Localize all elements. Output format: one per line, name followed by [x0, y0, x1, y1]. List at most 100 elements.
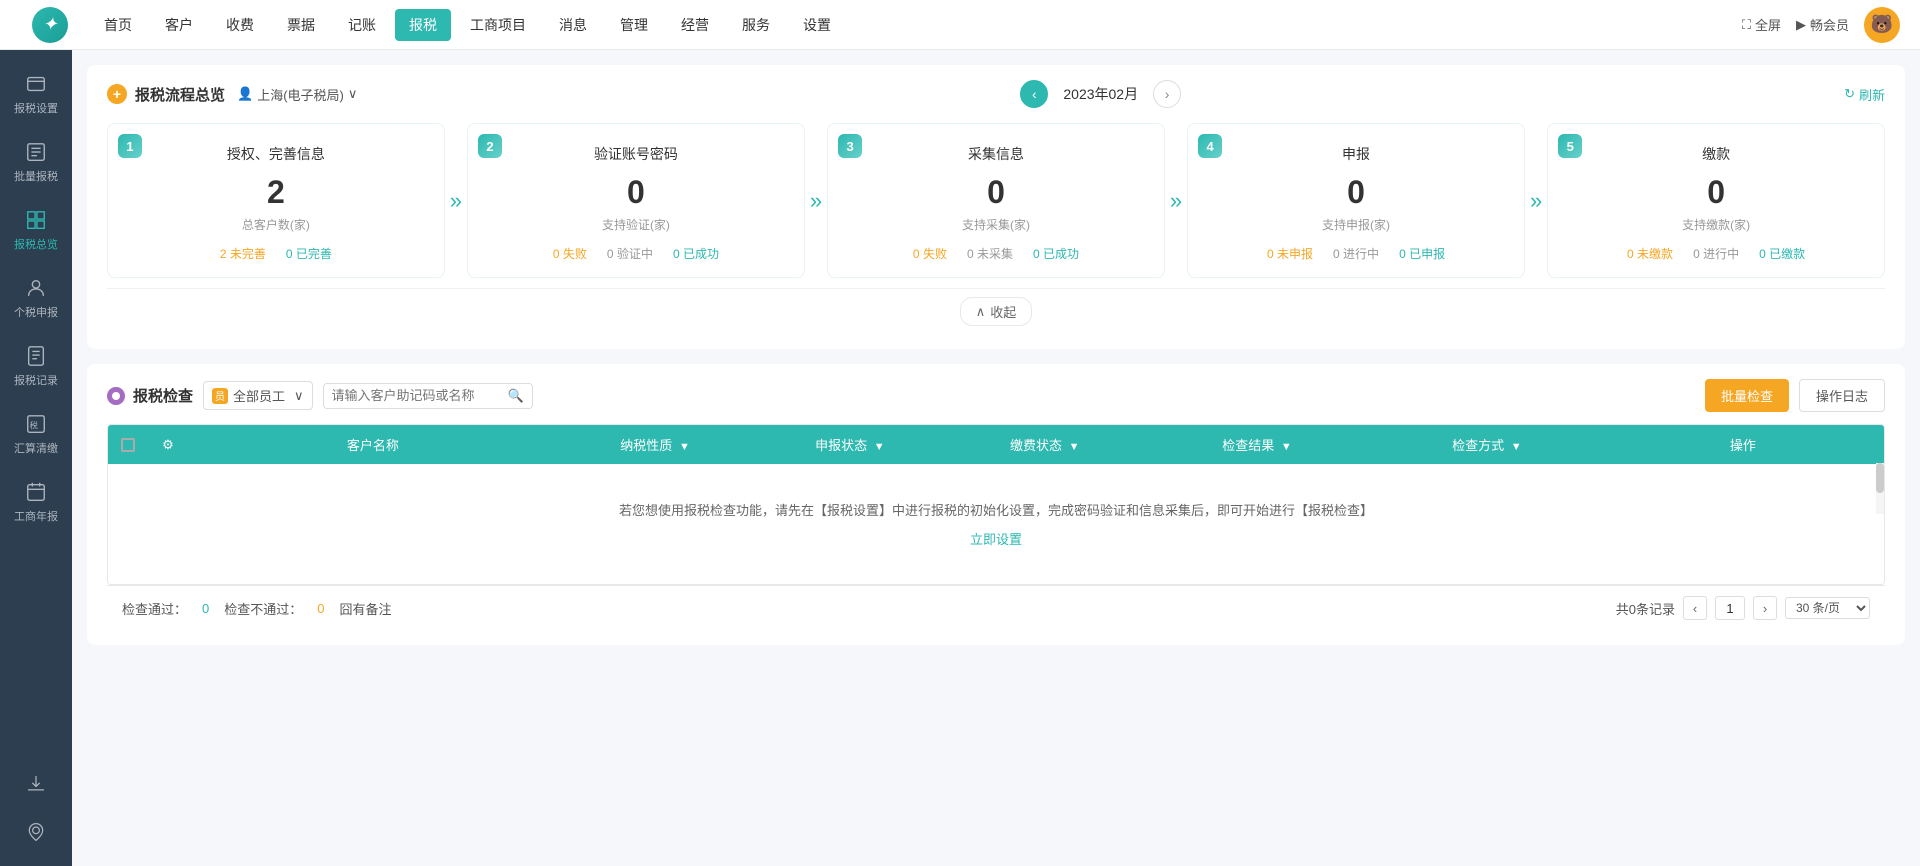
- sidebar-item-personal-tax[interactable]: 个税申报: [0, 264, 72, 332]
- footer-stats: 检查通过： 0 检查不通过： 0 囧有备注: [122, 599, 392, 618]
- filter-icon: ▼: [1281, 441, 1292, 453]
- per-page-select[interactable]: 30 条/页 50 条/页 100 条/页: [1785, 597, 1870, 619]
- next-page-btn[interactable]: ›: [1753, 596, 1777, 620]
- step-4-stat-failed[interactable]: 0 未申报: [1267, 245, 1313, 262]
- th-declare-status[interactable]: 申报状态 ▼: [752, 425, 947, 464]
- step-3-stat-failed[interactable]: 0 失败: [913, 245, 947, 262]
- th-check-method[interactable]: 检查方式 ▼: [1372, 425, 1602, 464]
- step-4-stat-success[interactable]: 0 已申报: [1399, 245, 1445, 262]
- step-1-title: 授权、完善信息: [123, 144, 429, 164]
- search-input[interactable]: [332, 388, 508, 403]
- step-3-stats: 0 失败 0 未采集 0 已成功: [843, 245, 1149, 262]
- nav-message[interactable]: 消息: [545, 9, 601, 41]
- sidebar-item-annual-settlement[interactable]: 税 汇算清缴: [0, 400, 72, 468]
- nav-fee[interactable]: 收费: [212, 9, 268, 41]
- fullscreen-btn[interactable]: ⛶ 全屏: [1742, 15, 1781, 34]
- sidebar-item-batch-tax[interactable]: 批量报税: [0, 128, 72, 196]
- filter-icon: ▼: [874, 441, 885, 453]
- step-2-stat-processing[interactable]: 0 验证中: [607, 245, 653, 262]
- arrow-2-3: »: [805, 123, 827, 278]
- nav-operation[interactable]: 经营: [667, 9, 723, 41]
- step-4-stat-processing[interactable]: 0 进行中: [1333, 245, 1379, 262]
- staff-filter-dropdown[interactable]: 员 全部员工 ∨: [203, 381, 313, 410]
- refresh-btn[interactable]: ↻ 刷新: [1844, 85, 1885, 104]
- step-2-stat-success[interactable]: 0 已成功: [673, 245, 719, 262]
- process-overview-card: + 报税流程总览 👤 上海(电子税局) ∨ ‹ 2023年02月 › ↻: [87, 65, 1905, 349]
- passed-value[interactable]: 0: [202, 601, 209, 616]
- nav-customer[interactable]: 客户: [151, 9, 207, 41]
- th-checkbox[interactable]: [108, 425, 148, 464]
- setup-link[interactable]: 立即设置: [970, 529, 1022, 548]
- sidebar-label-batch-tax: 批量报税: [14, 168, 58, 184]
- nav-bookkeeping[interactable]: 记账: [334, 9, 390, 41]
- step-4-title: 申报: [1203, 144, 1509, 164]
- nav-settings[interactable]: 设置: [789, 9, 845, 41]
- nav-tax[interactable]: 报税: [395, 9, 451, 41]
- plus-icon: +: [107, 84, 127, 104]
- step-5-card: 5 缴款 0 支持缴款(家) 0 未缴款 0 进行中 0 已缴款: [1547, 123, 1885, 278]
- th-tax-nature[interactable]: 纳税性质 ▼: [558, 425, 753, 464]
- sidebar-download[interactable]: [0, 760, 72, 808]
- th-customer-name: 客户名称: [188, 425, 558, 464]
- customer-search-box[interactable]: 🔍: [323, 383, 533, 409]
- step-1-stat-failed[interactable]: 2 未完善: [220, 245, 266, 262]
- passed-label: 检查通过：: [122, 599, 187, 618]
- annual-report-icon: [24, 480, 48, 504]
- step-5-number: 5: [1558, 134, 1582, 158]
- sidebar-item-annual-report[interactable]: 工商年报: [0, 468, 72, 536]
- sidebar-item-tax-record[interactable]: 报税记录: [0, 332, 72, 400]
- sidebar-item-tax-overview[interactable]: 报税总览: [0, 196, 72, 264]
- th-check-result[interactable]: 检查结果 ▼: [1142, 425, 1372, 464]
- nav-home[interactable]: 首页: [90, 9, 146, 41]
- select-all-checkbox[interactable]: [121, 438, 135, 452]
- table-body-empty: 若您想使用报税检查功能，请先在【报税设置】中进行报税的初始化设置，完成密码验证和…: [108, 464, 1884, 584]
- sidebar-label-tax-record: 报税记录: [14, 372, 58, 388]
- step-1-stat-success[interactable]: 0 已完善: [286, 245, 332, 262]
- page-input[interactable]: [1715, 596, 1745, 620]
- empty-message: 若您想使用报税检查功能，请先在【报税设置】中进行报税的初始化设置，完成密码验证和…: [619, 500, 1373, 519]
- step-2-stat-failed[interactable]: 0 失败: [553, 245, 587, 262]
- step-3-count: 0: [843, 174, 1149, 211]
- nav-service[interactable]: 服务: [728, 9, 784, 41]
- member-btn[interactable]: ▶ 畅会员: [1796, 15, 1849, 34]
- month-navigation: ‹ 2023年02月 ›: [1020, 80, 1181, 108]
- step-1-count: 2: [123, 174, 429, 211]
- nav-business[interactable]: 工商项目: [456, 9, 540, 41]
- step-1-number: 1: [118, 134, 142, 158]
- step-5-stat-processing[interactable]: 0 进行中: [1693, 245, 1739, 262]
- operation-log-btn[interactable]: 操作日志: [1799, 379, 1885, 412]
- scrollbar-track: [1876, 463, 1884, 514]
- next-month-btn[interactable]: ›: [1153, 80, 1181, 108]
- sidebar-label-tax-overview: 报税总览: [14, 236, 58, 252]
- location-icon-small: 👤: [237, 86, 253, 102]
- step-5-stat-success[interactable]: 0 已缴款: [1759, 245, 1805, 262]
- table-footer: 检查通过： 0 检查不通过： 0 囧有备注 共0条记录 ‹ › 30 条/页 5…: [107, 585, 1885, 630]
- tax-check-title-text: 报税检查: [133, 385, 193, 406]
- nav-invoice[interactable]: 票据: [273, 9, 329, 41]
- user-avatar[interactable]: 🐻: [1864, 7, 1900, 43]
- search-icon[interactable]: 🔍: [508, 388, 524, 404]
- collapse-btn[interactable]: ∧ 收起: [960, 297, 1033, 326]
- svg-text:税: 税: [30, 421, 38, 431]
- collapse-up-icon: ∧: [976, 304, 986, 320]
- chevron-down-icon: ∨: [294, 388, 304, 404]
- nav-management[interactable]: 管理: [606, 9, 662, 41]
- step-5-stats: 0 未缴款 0 进行中 0 已缴款: [1563, 245, 1869, 262]
- failed-value[interactable]: 0: [317, 601, 324, 616]
- th-gear[interactable]: ⚙: [148, 425, 188, 464]
- prev-page-btn[interactable]: ‹: [1683, 596, 1707, 620]
- step-5-stat-failed[interactable]: 0 未缴款: [1627, 245, 1673, 262]
- step-2-card: 2 验证账号密码 0 支持验证(家) 0 失败 0 验证中 0 已成功: [467, 123, 805, 278]
- th-pay-status[interactable]: 缴费状态 ▼: [947, 425, 1142, 464]
- step-3-stat-processing[interactable]: 0 未采集: [967, 245, 1013, 262]
- step-3-stat-success[interactable]: 0 已成功: [1033, 245, 1079, 262]
- scrollbar-thumb[interactable]: [1876, 463, 1884, 493]
- step-2-title: 验证账号密码: [483, 144, 789, 164]
- prev-month-btn[interactable]: ‹: [1020, 80, 1048, 108]
- table-header: ⚙ 客户名称 纳税性质 ▼ 申报状态 ▼ 缴费状态 ▼: [108, 425, 1884, 464]
- location-selector[interactable]: 👤 上海(电子税局) ∨: [237, 85, 357, 104]
- sidebar-item-tax-settings[interactable]: 报税设置: [0, 60, 72, 128]
- tax-record-icon: [24, 344, 48, 368]
- batch-check-btn[interactable]: 批量检查: [1705, 379, 1789, 412]
- sidebar-location[interactable]: [0, 808, 72, 856]
